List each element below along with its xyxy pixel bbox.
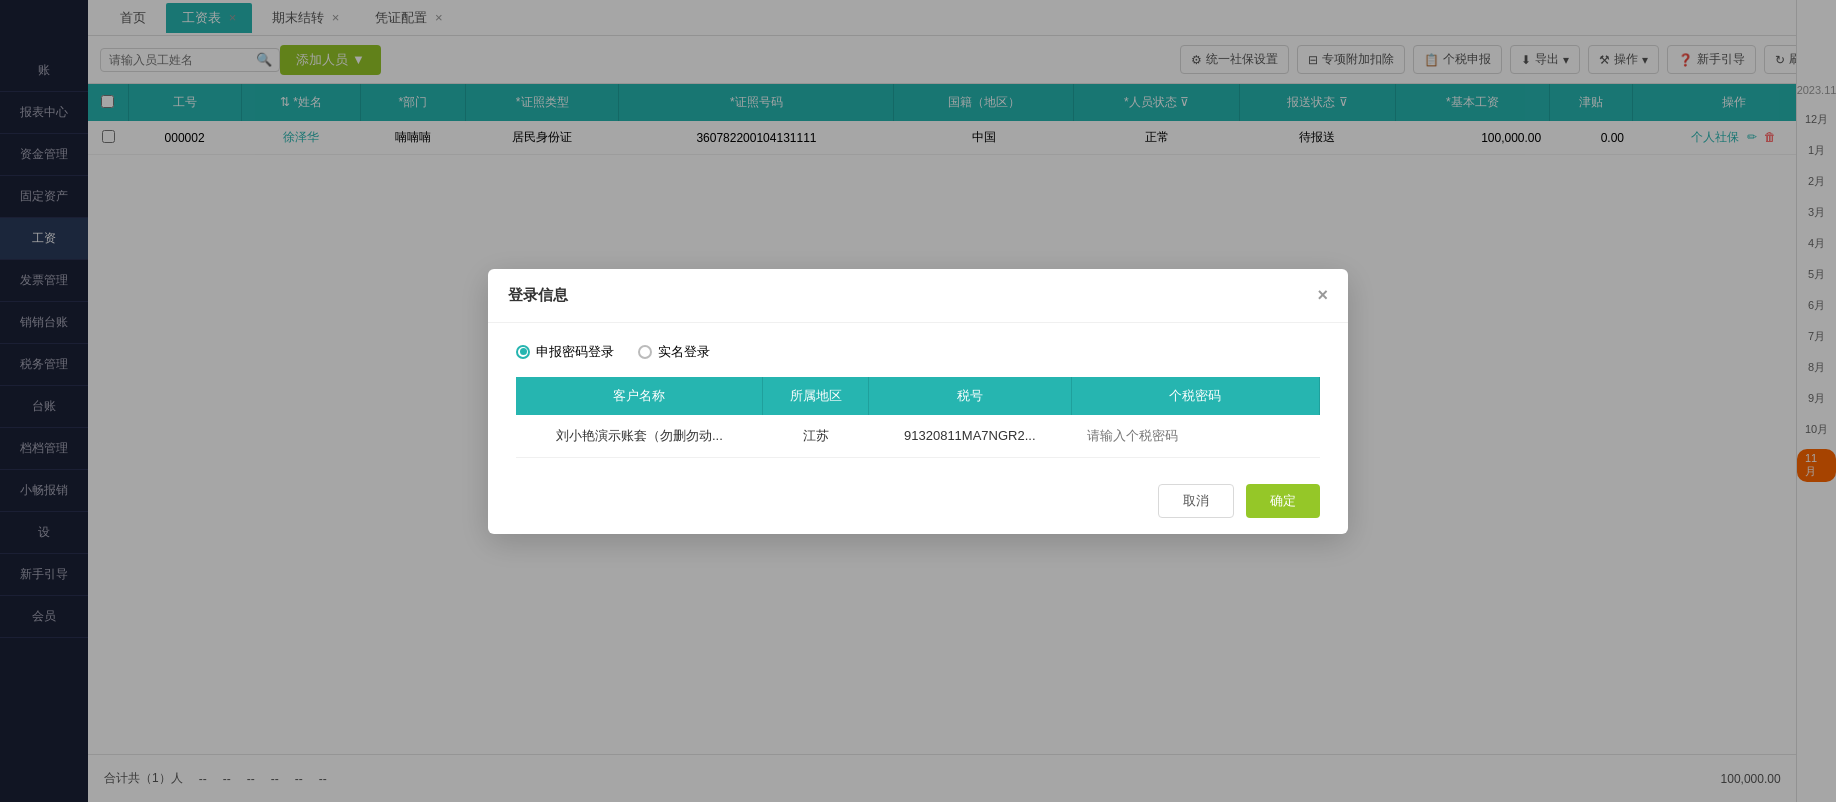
radio-shiming[interactable]: 实名登录 (638, 343, 710, 361)
radio-group: 申报密码登录 实名登录 (516, 343, 1320, 361)
login-info-table: 客户名称 所属地区 税号 个税密码 刘小艳演示账套（勿删勿动... 江苏 913… (516, 377, 1320, 458)
radio-dot (520, 348, 527, 355)
login-modal: 登录信息 × 申报密码登录 实名登录 客户名称 (488, 269, 1348, 534)
radio-circle-empty (638, 345, 652, 359)
modal-overlay: 登录信息 × 申报密码登录 实名登录 客户名称 (0, 0, 1836, 802)
col-client-name: 客户名称 (516, 377, 763, 415)
modal-header: 登录信息 × (488, 269, 1348, 323)
modal-body: 申报密码登录 实名登录 客户名称 所属地区 税号 个税密码 (488, 323, 1348, 468)
modal-title: 登录信息 (508, 286, 568, 305)
cell-taxno: 91320811MA7NGR2... (868, 415, 1071, 458)
radio-shenbaomima[interactable]: 申报密码登录 (516, 343, 614, 361)
modal-footer: 取消 确定 (488, 468, 1348, 534)
col-taxno: 税号 (868, 377, 1071, 415)
cancel-button[interactable]: 取消 (1158, 484, 1234, 518)
cell-tax-password[interactable] (1071, 415, 1319, 458)
cell-client-name: 刘小艳演示账套（勿删勿动... (516, 415, 763, 458)
cell-region: 江苏 (763, 415, 868, 458)
col-region: 所属地区 (763, 377, 868, 415)
radio-circle-selected (516, 345, 530, 359)
confirm-button[interactable]: 确定 (1246, 484, 1320, 518)
inner-table-row: 刘小艳演示账套（勿删勿动... 江苏 91320811MA7NGR2... (516, 415, 1320, 458)
col-tax-password: 个税密码 (1071, 377, 1319, 415)
modal-close-button[interactable]: × (1317, 285, 1328, 306)
inner-table-header: 客户名称 所属地区 税号 个税密码 (516, 377, 1320, 415)
tax-password-input[interactable] (1087, 428, 1303, 443)
